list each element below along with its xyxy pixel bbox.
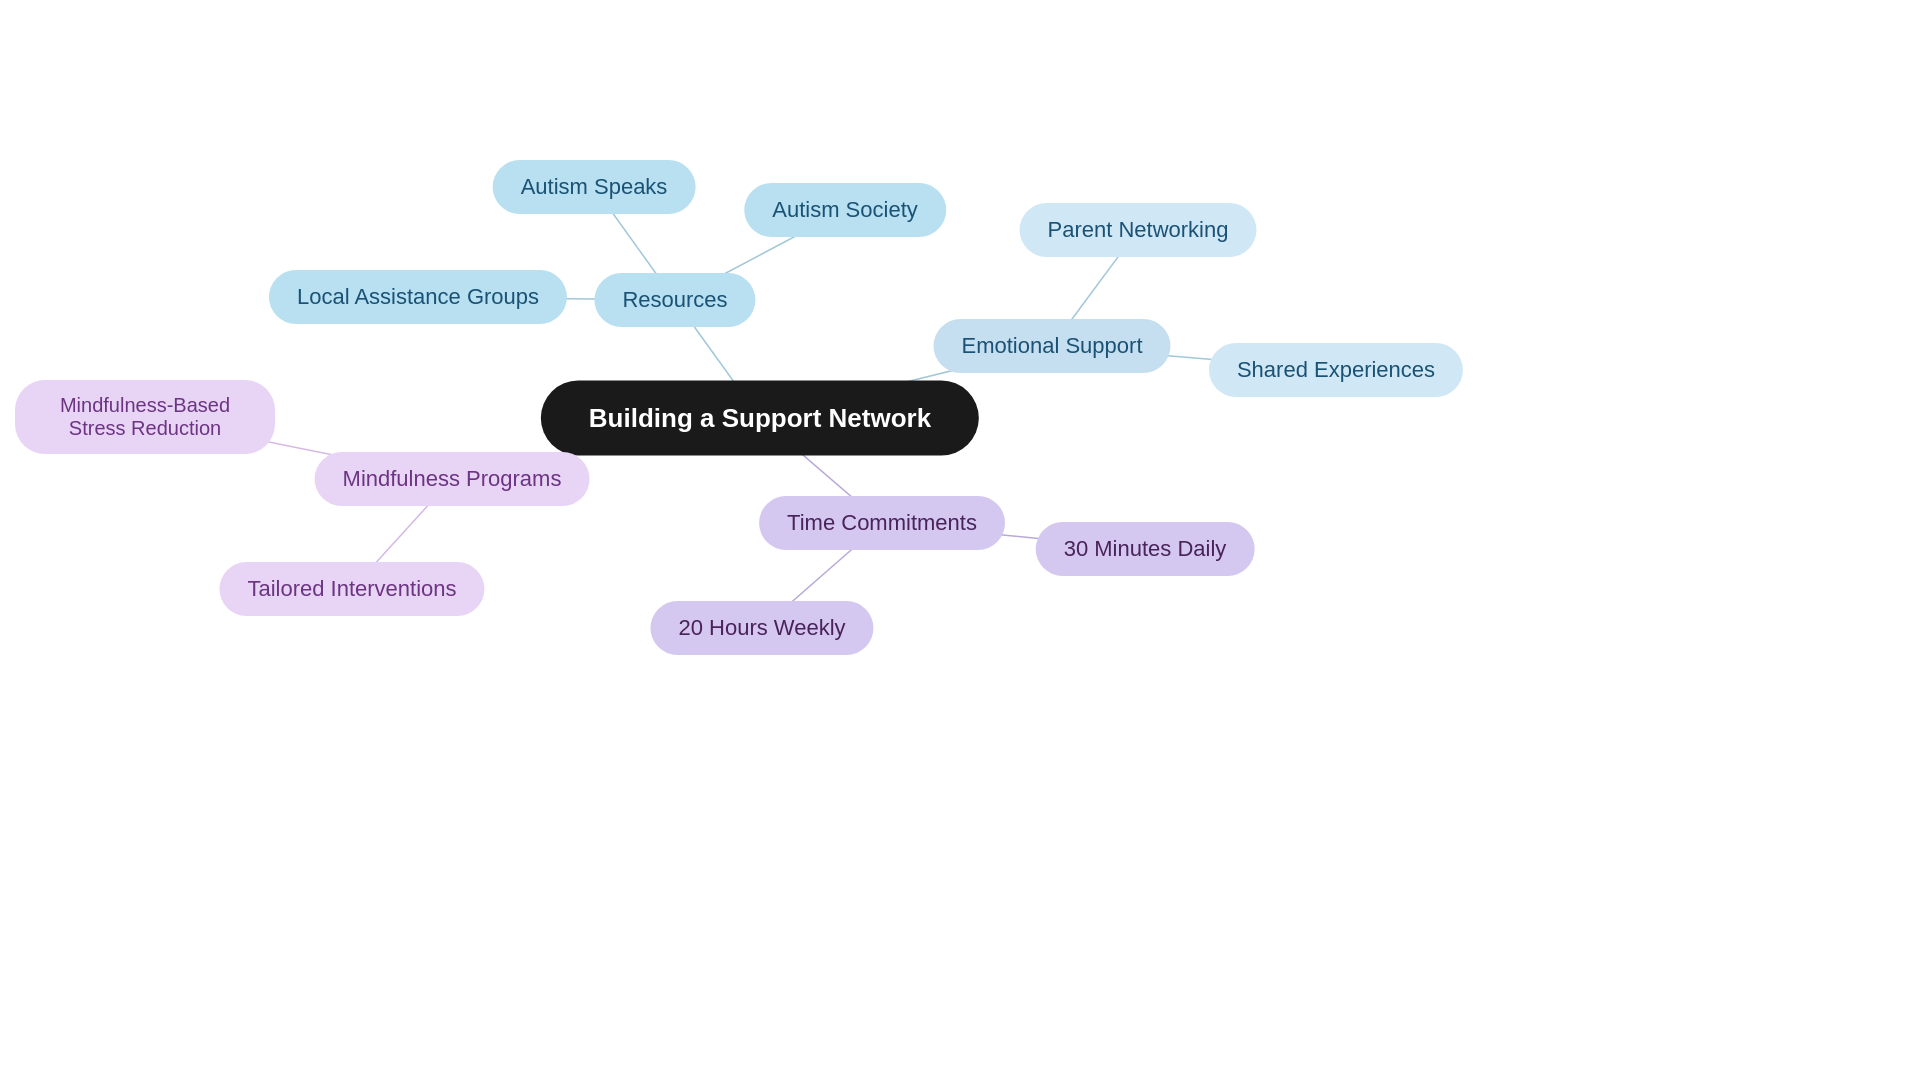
autism-speaks-node: Autism Speaks bbox=[493, 160, 696, 214]
shared-experiences-node: Shared Experiences bbox=[1209, 343, 1463, 397]
tailored-interventions-node: Tailored Interventions bbox=[219, 562, 484, 616]
center-node: Building a Support Network bbox=[541, 381, 979, 456]
autism-society-node: Autism Society bbox=[744, 183, 946, 237]
parent-networking-node: Parent Networking bbox=[1020, 203, 1257, 257]
mind-map-canvas: Building a Support Network Resources Aut… bbox=[0, 0, 1920, 1083]
resources-node: Resources bbox=[594, 273, 755, 327]
time-commitments-node: Time Commitments bbox=[759, 496, 1005, 550]
thirty-minutes-node: 30 Minutes Daily bbox=[1036, 522, 1255, 576]
twenty-hours-node: 20 Hours Weekly bbox=[650, 601, 873, 655]
mindfulness-stress-node: Mindfulness-Based Stress Reduction bbox=[15, 380, 275, 454]
mindfulness-programs-node: Mindfulness Programs bbox=[315, 452, 590, 506]
local-assistance-node: Local Assistance Groups bbox=[269, 270, 567, 324]
emotional-support-node: Emotional Support bbox=[934, 319, 1171, 373]
